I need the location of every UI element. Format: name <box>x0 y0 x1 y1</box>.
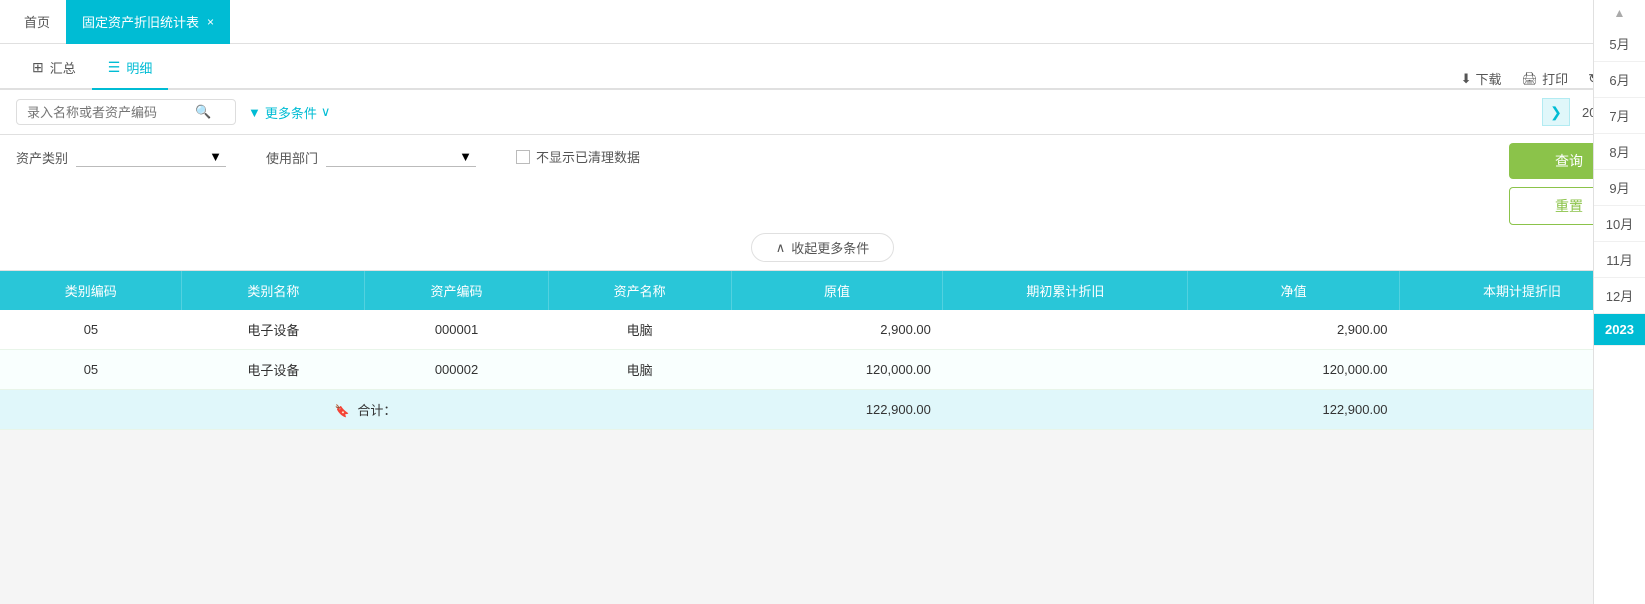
search-icon: 🔍 <box>195 104 211 120</box>
cell-asset-name: 电脑 <box>548 310 731 350</box>
arrow-right-icon: ❯ <box>1550 104 1562 121</box>
asset-type-select[interactable]: ▼ <box>76 147 226 167</box>
cell-net-value: 2,900.00 <box>1188 310 1400 350</box>
print-label: 打印 <box>1542 69 1568 88</box>
col-cat-name: 类别名称 <box>182 271 365 310</box>
month-panel: ▲ 5月 6月 7月 8月 9月 10月 11月 12月 2023 <box>1593 0 1645 604</box>
cell-asset-name: 电脑 <box>548 350 731 390</box>
exclude-cleared-filter-group: 不显示已清理数据 <box>516 147 640 166</box>
tab-summary[interactable]: ⊞ 汇总 <box>16 46 92 90</box>
total-accumulated <box>943 390 1188 430</box>
data-table-wrap: 类别编码 类别名称 资产编码 资产名称 原值 期初累计折旧 净值 本期计提折旧 … <box>0 271 1645 430</box>
collapse-label: 收起更多条件 <box>791 238 869 257</box>
cell-original: 120,000.00 <box>731 350 943 390</box>
col-asset-code: 资产编码 <box>365 271 548 310</box>
cell-accumulated <box>943 310 1188 350</box>
more-filter-label: 更多条件 <box>265 103 317 122</box>
download-icon: ⬇ <box>1461 71 1472 87</box>
department-label: 使用部门 <box>266 148 318 167</box>
department-filter-group: 使用部门 ▼ <box>266 147 476 167</box>
data-table: 类别编码 类别名称 资产编码 资产名称 原值 期初累计折旧 净值 本期计提折旧 … <box>0 271 1645 430</box>
month-12[interactable]: 12月 <box>1594 278 1645 314</box>
tab-detail[interactable]: ☰ 明细 <box>92 46 169 90</box>
chevron-down-icon: ∨ <box>321 104 331 120</box>
month-5[interactable]: 5月 <box>1594 26 1645 62</box>
table-row: 05 电子设备 000001 电脑 2,900.00 2,900.00 <box>0 310 1645 350</box>
filter-row: 资产类别 ▼ 使用部门 ▼ 不显示已清理数据 查询 重置 <box>0 135 1645 225</box>
collapse-button[interactable]: ∧ 收起更多条件 <box>751 233 895 262</box>
cell-asset-code: 000002 <box>365 350 548 390</box>
search-input-wrap[interactable]: 🔍 <box>16 99 236 125</box>
tab-title: 固定资产折旧统计表 <box>82 12 199 31</box>
exclude-cleared-label: 不显示已清理数据 <box>536 147 640 166</box>
asset-type-chevron-icon: ▼ <box>209 149 222 164</box>
col-net-value: 净值 <box>1188 271 1400 310</box>
year-label[interactable]: 2023 <box>1594 314 1645 346</box>
cell-cat-name: 电子设备 <box>182 350 365 390</box>
summary-icon: ⊞ <box>32 59 44 76</box>
detail-icon: ☰ <box>108 59 121 76</box>
month-10[interactable]: 10月 <box>1594 206 1645 242</box>
col-accumulated: 期初累计折旧 <box>943 271 1188 310</box>
download-label: 下载 <box>1476 69 1502 88</box>
department-select[interactable]: ▼ <box>326 147 476 167</box>
detail-tab-label: 明细 <box>126 58 152 77</box>
col-original: 原值 <box>731 271 943 310</box>
search-bar: 🔍 ▼ 更多条件 ∨ ❯ 2023.01 <box>0 90 1645 135</box>
print-icon: 🖨 <box>1522 71 1539 87</box>
cell-net-value: 120,000.00 <box>1188 350 1400 390</box>
filter-icon: ▼ <box>248 105 261 120</box>
collapse-icon: ∧ <box>776 240 786 256</box>
cell-original: 2,900.00 <box>731 310 943 350</box>
month-11[interactable]: 11月 <box>1594 242 1645 278</box>
cell-asset-code: 000001 <box>365 310 548 350</box>
collapse-bar: ∧ 收起更多条件 <box>0 225 1645 271</box>
month-9[interactable]: 9月 <box>1594 170 1645 206</box>
department-chevron-icon: ▼ <box>459 149 472 164</box>
search-input[interactable] <box>27 105 187 120</box>
tab-close-icon[interactable]: × <box>207 15 214 29</box>
download-button[interactable]: ⬇ 下载 <box>1461 69 1502 88</box>
expand-panel-button[interactable]: ❯ <box>1542 98 1570 126</box>
month-scroll-up-button[interactable]: ▲ <box>1594 0 1645 26</box>
col-asset-name: 资产名称 <box>548 271 731 310</box>
home-nav-item[interactable]: 首页 <box>16 12 58 31</box>
more-filter-button[interactable]: ▼ 更多条件 ∨ <box>248 103 330 122</box>
print-button[interactable]: 🖨 打印 <box>1522 69 1569 88</box>
total-original: 122,900.00 <box>731 390 943 430</box>
cell-cat-name: 电子设备 <box>182 310 365 350</box>
cell-cat-code: 05 <box>0 310 182 350</box>
asset-type-filter-group: 资产类别 ▼ <box>16 147 226 167</box>
total-label: 🔖 合计： <box>0 390 731 430</box>
cell-accumulated <box>943 350 1188 390</box>
month-6[interactable]: 6月 <box>1594 62 1645 98</box>
top-nav: 首页 固定资产折旧统计表 × × <box>0 0 1645 44</box>
exclude-cleared-checkbox[interactable] <box>516 150 530 164</box>
tabs-row: ⊞ 汇总 ☰ 明细 ⬇ 下载 🖨 打印 ↻ 刷新 <box>0 44 1645 90</box>
asset-type-label: 资产类别 <box>16 148 68 167</box>
summary-tab-label: 汇总 <box>50 58 76 77</box>
table-body: 05 电子设备 000001 电脑 2,900.00 2,900.00 05 电… <box>0 310 1645 430</box>
cell-cat-code: 05 <box>0 350 182 390</box>
active-tab[interactable]: 固定资产折旧统计表 × <box>66 0 230 44</box>
total-icon: 🔖 <box>335 404 350 418</box>
table-header-row: 类别编码 类别名称 资产编码 资产名称 原值 期初累计折旧 净值 本期计提折旧 <box>0 271 1645 310</box>
col-cat-code: 类别编码 <box>0 271 182 310</box>
table-total-row: 🔖 合计： 122,900.00 122,900.00 <box>0 390 1645 430</box>
table-row: 05 电子设备 000002 电脑 120,000.00 120,000.00 <box>0 350 1645 390</box>
total-net-value: 122,900.00 <box>1188 390 1400 430</box>
month-7[interactable]: 7月 <box>1594 98 1645 134</box>
month-8[interactable]: 8月 <box>1594 134 1645 170</box>
total-text: 合计： <box>357 403 396 418</box>
